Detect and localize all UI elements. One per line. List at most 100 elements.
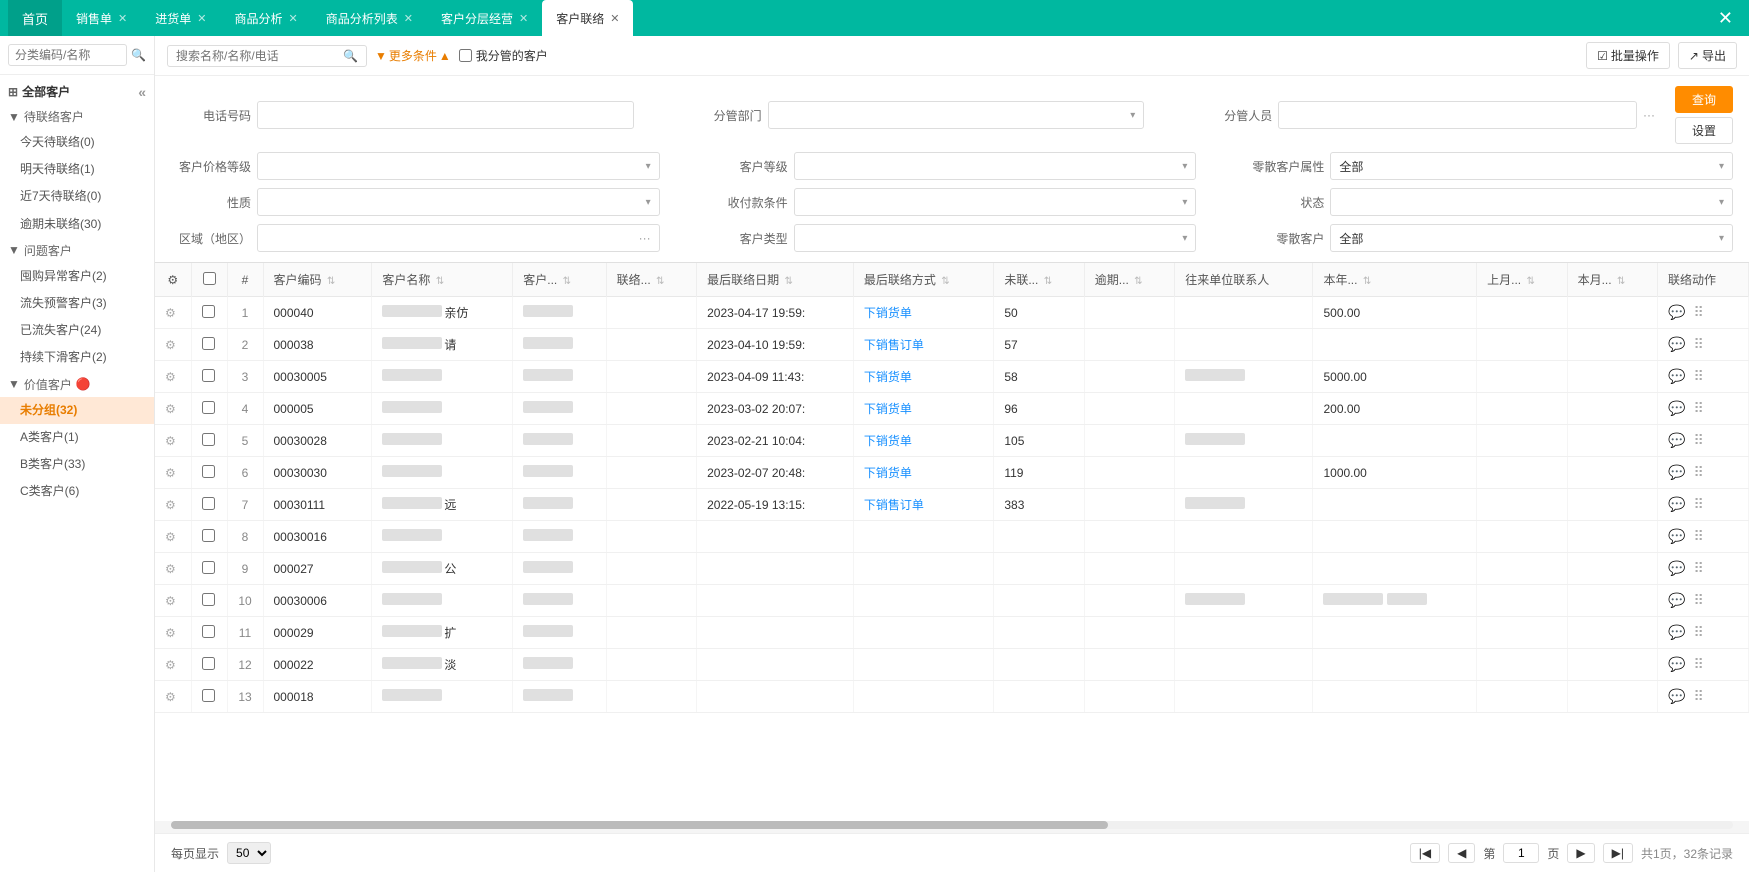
sidebar-item-a-class[interactable]: A类客户(1)	[0, 424, 154, 451]
row-last-method[interactable]: 下销货单	[853, 393, 993, 425]
query-button[interactable]: 查询	[1675, 86, 1733, 113]
contact-action-icon[interactable]: 💬	[1668, 528, 1685, 545]
select-all-checkbox[interactable]	[203, 272, 216, 285]
th-last-month[interactable]: 上月... ⇅	[1477, 263, 1567, 297]
batch-ops-button[interactable]: ☑ 批量操作	[1586, 42, 1670, 69]
row-settings-icon[interactable]: ⚙	[165, 466, 176, 480]
area-select[interactable]: ···	[257, 224, 660, 252]
th-overdue[interactable]: 逾期... ⇅	[1084, 263, 1174, 297]
row-last-method[interactable]: 下销货单	[853, 361, 993, 393]
row-settings-icon[interactable]: ⚙	[165, 338, 176, 352]
area-dots-icon[interactable]: ···	[639, 231, 651, 245]
close-tab-sales-icon[interactable]: ✕	[118, 12, 127, 25]
dept-select[interactable]: ▾	[768, 101, 1145, 129]
filter-more-conditions[interactable]: ▼ 更多条件 ▲	[375, 47, 451, 64]
contact-action-icon[interactable]: 💬	[1668, 336, 1685, 353]
row-checkbox[interactable]	[202, 529, 215, 542]
row-checkbox[interactable]	[202, 337, 215, 350]
close-tab-analysis-icon[interactable]: ✕	[289, 12, 298, 25]
nav-tab-customer-contact[interactable]: 客户联络 ✕	[542, 0, 633, 36]
more-action-icon[interactable]: ⠿	[1693, 432, 1703, 449]
contact-action-icon[interactable]: 💬	[1668, 304, 1685, 321]
phone-input[interactable]	[257, 101, 634, 129]
th-partner-contact[interactable]: 往来单位联系人	[1175, 263, 1313, 297]
more-action-icon[interactable]: ⠿	[1693, 304, 1703, 321]
row-last-method[interactable]: 下销货单	[853, 425, 993, 457]
filter-my-customers[interactable]: 我分管的客户	[459, 47, 548, 64]
sidebar-group-problem[interactable]: ▼ 问题客户	[0, 238, 154, 263]
contact-action-icon[interactable]: 💬	[1668, 592, 1685, 609]
gender-select[interactable]: ▾	[257, 188, 660, 216]
row-settings-icon[interactable]: ⚙	[165, 562, 176, 576]
nav-home[interactable]: 首页	[8, 0, 62, 36]
th-last-method[interactable]: 最后联络方式 ⇅	[853, 263, 993, 297]
more-action-icon[interactable]: ⠿	[1693, 592, 1703, 609]
next-page-button[interactable]: ▶	[1567, 843, 1594, 863]
contact-action-icon[interactable]: 💬	[1668, 400, 1685, 417]
sidebar-item-tomorrow-pending[interactable]: 明天待联络(1)	[0, 156, 154, 183]
sidebar-item-7days-pending[interactable]: 近7天待联络(0)	[0, 183, 154, 210]
manager-input[interactable]	[1278, 101, 1637, 129]
nav-tab-analysis-list[interactable]: 商品分析列表 ✕	[312, 0, 427, 36]
row-checkbox[interactable]	[202, 689, 215, 702]
sidebar-all-customers[interactable]: ⊞ 全部客户 «	[0, 75, 154, 104]
th-customer-level[interactable]: 客户... ⇅	[513, 263, 606, 297]
close-tab-purchase-icon[interactable]: ✕	[197, 12, 206, 25]
contact-action-icon[interactable]: 💬	[1668, 656, 1685, 673]
th-year-amount[interactable]: 本年... ⇅	[1313, 263, 1477, 297]
payment-select[interactable]: ▾	[794, 188, 1197, 216]
last-page-button[interactable]: ▶|	[1603, 843, 1633, 863]
customer-grade-select[interactable]: ▾	[794, 152, 1197, 180]
contact-action-icon[interactable]: 💬	[1668, 624, 1685, 641]
last-method-link[interactable]: 下销货单	[864, 370, 912, 384]
row-checkbox[interactable]	[202, 593, 215, 606]
row-settings-icon[interactable]: ⚙	[165, 626, 176, 640]
row-checkbox[interactable]	[202, 561, 215, 574]
row-settings-icon[interactable]: ⚙	[165, 498, 176, 512]
sidebar-item-today-pending[interactable]: 今天待联络(0)	[0, 129, 154, 156]
reset-button[interactable]: 设置	[1675, 117, 1733, 144]
row-last-method[interactable]: 下销售订单	[853, 329, 993, 361]
my-customers-checkbox[interactable]	[459, 49, 472, 62]
last-method-link[interactable]: 下销货单	[864, 306, 912, 320]
row-checkbox[interactable]	[202, 465, 215, 478]
first-page-button[interactable]: |◀	[1410, 843, 1440, 863]
th-uncontacted[interactable]: 未联... ⇅	[994, 263, 1084, 297]
contact-action-icon[interactable]: 💬	[1668, 560, 1685, 577]
close-tab-contact-icon[interactable]: ✕	[610, 12, 619, 25]
retail-attr-select[interactable]: 全部▾	[1330, 152, 1733, 180]
row-checkbox[interactable]	[202, 401, 215, 414]
row-settings-icon[interactable]: ⚙	[165, 402, 176, 416]
sidebar-item-ungroup[interactable]: 未分组(32)	[0, 397, 154, 424]
sidebar-group-pending[interactable]: ▼ 待联络客户	[0, 104, 154, 129]
row-settings-icon[interactable]: ⚙	[165, 306, 176, 320]
more-action-icon[interactable]: ⠿	[1693, 368, 1703, 385]
manager-dots-icon[interactable]: ···	[1643, 108, 1655, 122]
more-action-icon[interactable]: ⠿	[1693, 688, 1703, 705]
page-number-input[interactable]	[1503, 843, 1539, 863]
sidebar-item-b-class[interactable]: B类客户(33)	[0, 451, 154, 478]
sidebar-search-input[interactable]	[8, 44, 127, 66]
window-close-button[interactable]: ✕	[1710, 8, 1741, 29]
last-method-link[interactable]: 下销货单	[864, 466, 912, 480]
more-action-icon[interactable]: ⠿	[1693, 464, 1703, 481]
th-last-date[interactable]: 最后联络日期 ⇅	[697, 263, 854, 297]
contact-action-icon[interactable]: 💬	[1668, 464, 1685, 481]
row-checkbox[interactable]	[202, 433, 215, 446]
more-action-icon[interactable]: ⠿	[1693, 336, 1703, 353]
more-action-icon[interactable]: ⠿	[1693, 528, 1703, 545]
price-grade-select[interactable]: ▾	[257, 152, 660, 180]
more-action-icon[interactable]: ⠿	[1693, 656, 1703, 673]
nav-tab-analysis[interactable]: 商品分析 ✕	[220, 0, 311, 36]
row-settings-icon[interactable]: ⚙	[165, 530, 176, 544]
more-action-icon[interactable]: ⠿	[1693, 496, 1703, 513]
row-last-method[interactable]: 下销货单	[853, 297, 993, 329]
sidebar-item-hoard-abnormal[interactable]: 囤购异常客户(2)	[0, 263, 154, 290]
nav-tab-customer-segment[interactable]: 客户分层经营 ✕	[427, 0, 542, 36]
row-settings-icon[interactable]: ⚙	[165, 594, 176, 608]
row-last-method[interactable]: 下销货单	[853, 457, 993, 489]
th-settings[interactable]: ⚙	[155, 263, 191, 297]
th-name[interactable]: 客户名称 ⇅	[372, 263, 513, 297]
prev-page-button[interactable]: ◀	[1448, 843, 1475, 863]
sidebar-item-c-class[interactable]: C类客户(6)	[0, 478, 154, 505]
